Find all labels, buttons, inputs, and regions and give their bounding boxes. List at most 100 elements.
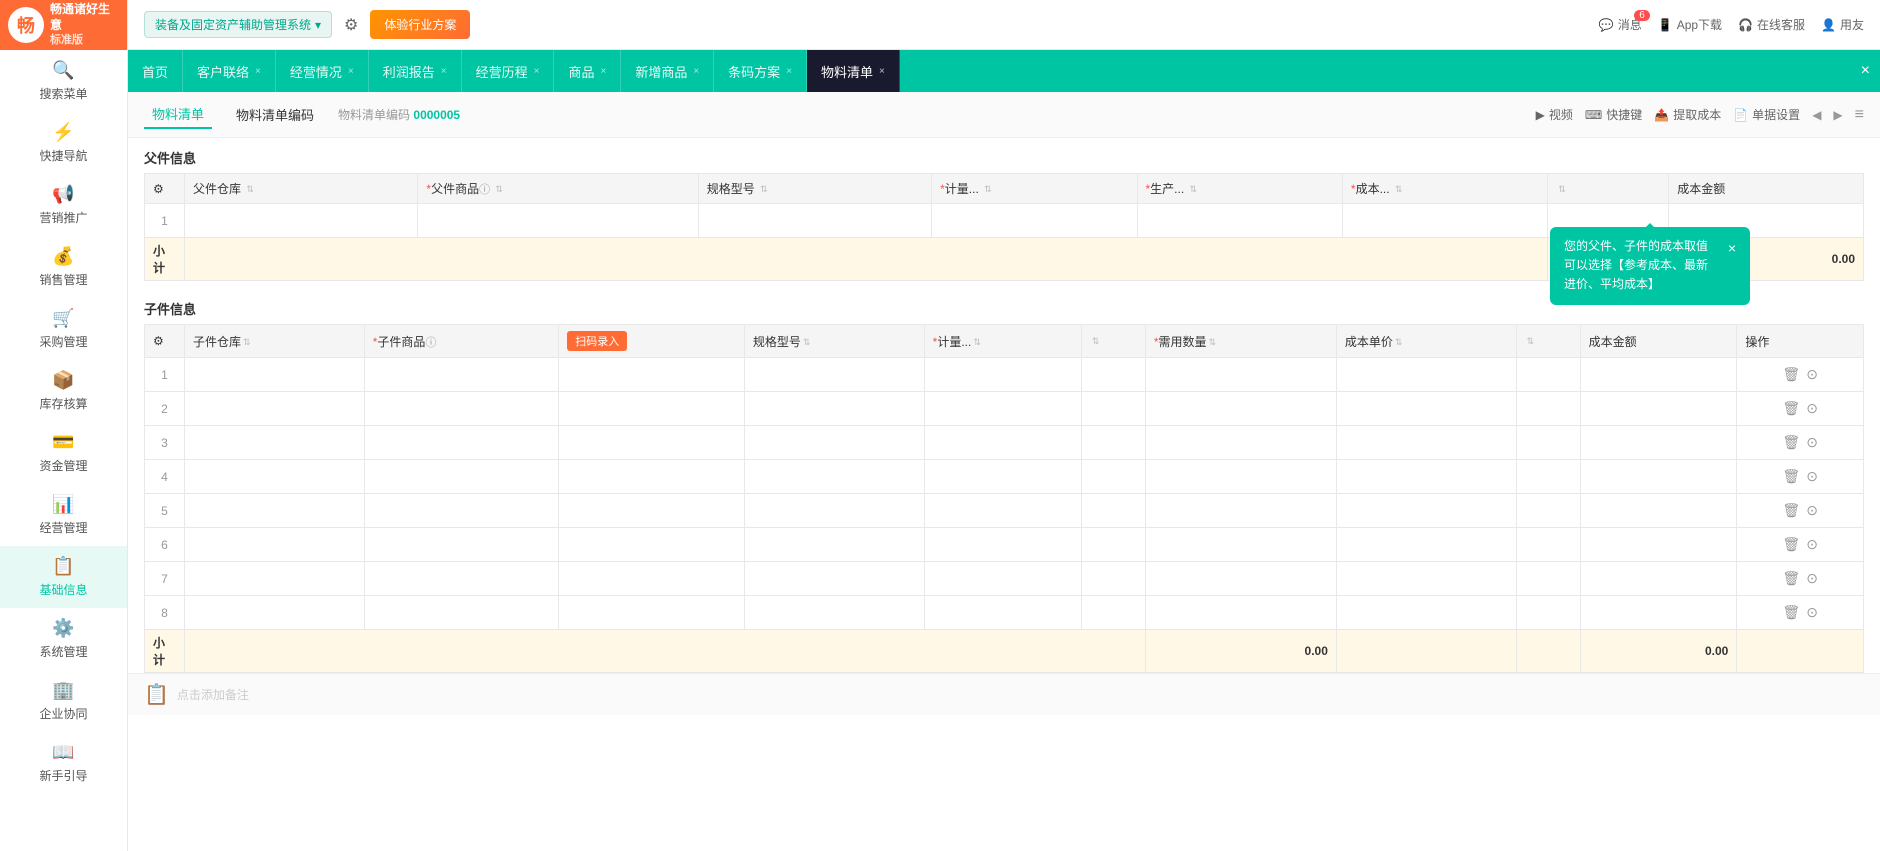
child-spec-cell-4[interactable] — [744, 460, 924, 494]
child-warehouse-cell-6[interactable] — [185, 528, 365, 562]
scan-input-btn[interactable]: 扫码录入 — [567, 331, 627, 351]
child-req-qty-cell-3[interactable] — [1145, 426, 1336, 460]
sub-tab-bom-list[interactable]: 物料清单 — [144, 100, 212, 129]
sidebar-item-marketing[interactable]: 📢 营销推广 — [0, 174, 127, 236]
sidebar-item-purchase[interactable]: 🛒 采购管理 — [0, 298, 127, 360]
nav-prev[interactable]: ◀ — [1812, 108, 1821, 122]
child-product-cell-8[interactable] — [364, 596, 559, 630]
delete-row-btn[interactable]: 🗑 — [1782, 468, 1800, 485]
settings-icon[interactable]: ⚙ — [344, 15, 358, 35]
tab-home[interactable]: 首页 — [128, 50, 183, 92]
child-warehouse-cell-7[interactable] — [185, 562, 365, 596]
child-req-qty-cell-1[interactable] — [1145, 358, 1336, 392]
child-product-cell-6[interactable] — [364, 528, 559, 562]
child-unit-cell-4[interactable] — [924, 460, 1081, 494]
parent-warehouse-cell[interactable] — [185, 204, 418, 238]
col-settings[interactable]: ⚙ — [145, 174, 185, 204]
tabs-close-all[interactable]: × — [1851, 62, 1880, 80]
extract-cost-btn[interactable]: 📤 提取成本 — [1654, 106, 1721, 123]
tab-products[interactable]: 商品 × — [554, 50, 621, 92]
sidebar-item-finance[interactable]: 💳 资金管理 — [0, 422, 127, 484]
sidebar-item-basic-info[interactable]: 📋 基础信息 — [0, 546, 127, 608]
child-product-cell-2[interactable] — [364, 392, 559, 426]
tab-bom[interactable]: 物料清单 × — [807, 50, 900, 92]
child-req-qty-cell-2[interactable] — [1145, 392, 1336, 426]
tab-new-product[interactable]: 新增商品 × — [621, 50, 714, 92]
child-unit-cell-3[interactable] — [924, 426, 1081, 460]
tab-operations[interactable]: 经营情况 × — [276, 50, 369, 92]
child-spec-cell-1[interactable] — [744, 358, 924, 392]
parent-unit-cell[interactable] — [932, 204, 1137, 238]
child-spec-cell-5[interactable] — [744, 494, 924, 528]
child-unit-cell-2[interactable] — [924, 392, 1081, 426]
delete-row-btn[interactable]: 🗑 — [1782, 536, 1800, 553]
child-req-qty-cell-6[interactable] — [1145, 528, 1336, 562]
close-tab-barcode[interactable]: × — [786, 66, 792, 77]
online-service-btn[interactable]: 🎧 在线客服 — [1738, 16, 1805, 33]
parent-cost-cell[interactable] — [1342, 204, 1547, 238]
sidebar-item-sales[interactable]: 💰 销售管理 — [0, 236, 127, 298]
child-unit-cell-8[interactable] — [924, 596, 1081, 630]
delete-row-btn[interactable]: 🗑 — [1782, 400, 1800, 417]
close-tab-new-product[interactable]: × — [693, 66, 699, 77]
nav-next[interactable]: ▶ — [1833, 108, 1842, 122]
tab-profit[interactable]: 利润报告 × — [369, 50, 462, 92]
child-unit-cell-1[interactable] — [924, 358, 1081, 392]
parent-spec-cell[interactable] — [698, 204, 931, 238]
app-download-btn[interactable]: 📱 App下载 — [1658, 16, 1722, 33]
close-tab-bom[interactable]: × — [879, 66, 885, 77]
copy-row-btn[interactable]: ⊙ — [1806, 400, 1818, 417]
parent-product-cell[interactable] — [418, 204, 698, 238]
menu-icon[interactable]: ≡ — [1855, 106, 1864, 124]
child-warehouse-cell-5[interactable] — [185, 494, 365, 528]
child-warehouse-cell-3[interactable] — [185, 426, 365, 460]
video-btn[interactable]: ▶ 视频 — [1536, 106, 1573, 123]
child-spec-cell-8[interactable] — [744, 596, 924, 630]
child-unit-cell-6[interactable] — [924, 528, 1081, 562]
child-product-cell-5[interactable] — [364, 494, 559, 528]
child-warehouse-cell-2[interactable] — [185, 392, 365, 426]
delete-row-btn[interactable]: 🗑 — [1782, 366, 1800, 383]
child-col-settings[interactable]: ⚙ — [145, 325, 185, 358]
close-tab-operations[interactable]: × — [348, 66, 354, 77]
parent-production-cell[interactable] — [1137, 204, 1342, 238]
delete-row-btn[interactable]: 🗑 — [1782, 570, 1800, 587]
child-req-qty-cell-4[interactable] — [1145, 460, 1336, 494]
delete-row-btn[interactable]: 🗑 — [1782, 434, 1800, 451]
child-req-qty-cell-8[interactable] — [1145, 596, 1336, 630]
child-product-cell-4[interactable] — [364, 460, 559, 494]
sidebar-item-search[interactable]: 🔍 搜索菜单 — [0, 50, 127, 112]
sub-tab-bom-code[interactable]: 物料清单编码 — [228, 101, 322, 128]
copy-row-btn[interactable]: ⊙ — [1806, 604, 1818, 621]
child-warehouse-cell-8[interactable] — [185, 596, 365, 630]
tooltip-close-btn[interactable]: × — [1728, 237, 1736, 259]
child-product-cell-7[interactable] — [364, 562, 559, 596]
child-warehouse-cell-1[interactable] — [185, 358, 365, 392]
child-req-qty-cell-5[interactable] — [1145, 494, 1336, 528]
child-spec-cell-7[interactable] — [744, 562, 924, 596]
tab-customer[interactable]: 客户联络 × — [183, 50, 276, 92]
close-tab-profit[interactable]: × — [441, 66, 447, 77]
copy-row-btn[interactable]: ⊙ — [1806, 434, 1818, 451]
child-product-cell-1[interactable] — [364, 358, 559, 392]
child-spec-cell-2[interactable] — [744, 392, 924, 426]
child-product-cell-3[interactable] — [364, 426, 559, 460]
delete-row-btn[interactable]: 🗑 — [1782, 502, 1800, 519]
close-tab-products[interactable]: × — [600, 66, 606, 77]
copy-row-btn[interactable]: ⊙ — [1806, 570, 1818, 587]
copy-row-btn[interactable]: ⊙ — [1806, 468, 1818, 485]
messages-btn[interactable]: 💬 消息 6 — [1599, 16, 1642, 33]
delete-row-btn[interactable]: 🗑 — [1782, 604, 1800, 621]
child-warehouse-cell-4[interactable] — [185, 460, 365, 494]
child-spec-cell-6[interactable] — [744, 528, 924, 562]
close-tab-history[interactable]: × — [534, 66, 540, 77]
copy-row-btn[interactable]: ⊙ — [1806, 502, 1818, 519]
sidebar-item-system[interactable]: ⚙️ 系统管理 — [0, 608, 127, 670]
sidebar-item-guide[interactable]: 📖 新手引导 — [0, 732, 127, 794]
experience-btn[interactable]: 体验行业方案 — [370, 10, 470, 39]
close-tab-customer[interactable]: × — [255, 66, 261, 77]
child-unit-cell-7[interactable] — [924, 562, 1081, 596]
tab-barcode[interactable]: 条码方案 × — [714, 50, 807, 92]
user-btn[interactable]: 👤 用友 — [1821, 16, 1864, 33]
sidebar-item-enterprise[interactable]: 🏢 企业协同 — [0, 670, 127, 732]
